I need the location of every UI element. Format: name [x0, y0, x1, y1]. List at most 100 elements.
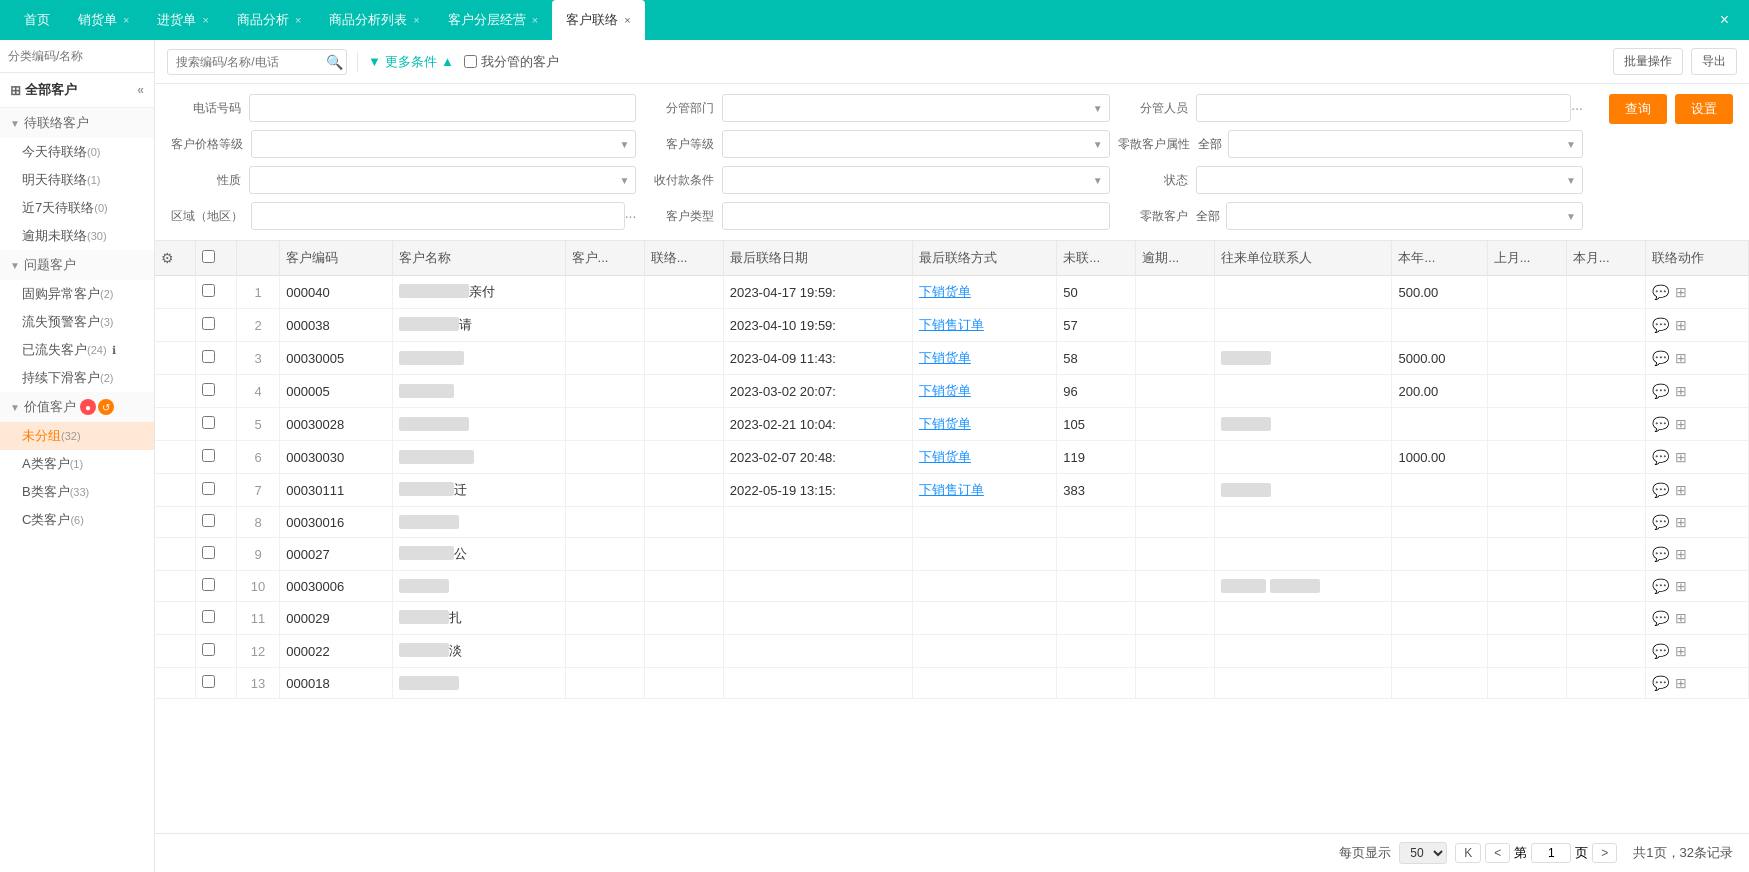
row-checkbox[interactable]	[202, 350, 215, 363]
batch-operation-button[interactable]: 批量操作	[1613, 48, 1683, 75]
next-page-button[interactable]: >	[1592, 843, 1617, 863]
sidebar-item-lost[interactable]: 已流失客户(24) ℹ	[0, 336, 154, 364]
message-action-icon[interactable]: 💬	[1652, 350, 1669, 366]
row-checkbox[interactable]	[202, 610, 215, 623]
close-product-analysis-list-icon[interactable]: ×	[413, 14, 419, 26]
sidebar-value-section[interactable]: ▼ 价值客户 ● ↺	[0, 392, 154, 422]
sidebar-item-week[interactable]: 近7天待联络(0)	[0, 194, 154, 222]
grid-action-icon[interactable]: ⊞	[1675, 449, 1687, 465]
tab-customer-contact[interactable]: 客户联络 ×	[552, 0, 644, 40]
grid-action-icon[interactable]: ⊞	[1675, 610, 1687, 626]
contact-method-link[interactable]: 下销货单	[919, 449, 971, 464]
customer-level-select[interactable]: ▼	[722, 130, 1109, 158]
grid-action-icon[interactable]: ⊞	[1675, 514, 1687, 530]
tab-customer-stratification[interactable]: 客户分层经营 ×	[434, 0, 552, 40]
message-action-icon[interactable]: 💬	[1652, 317, 1669, 333]
sidebar-collapse-button[interactable]: «	[137, 83, 144, 97]
row-checkbox[interactable]	[202, 482, 215, 495]
sidebar-item-churn-risk[interactable]: 流失预警客户(3)	[0, 308, 154, 336]
contact-method-link[interactable]: 下销货单	[919, 350, 971, 365]
nature-select[interactable]: ▼	[249, 166, 636, 194]
region-select[interactable]	[251, 202, 625, 230]
grid-action-icon[interactable]: ⊞	[1675, 383, 1687, 399]
sidebar-item-overdue[interactable]: 逾期未联络(30)	[0, 222, 154, 250]
message-action-icon[interactable]: 💬	[1652, 514, 1669, 530]
message-action-icon[interactable]: 💬	[1652, 643, 1669, 659]
sidebar-item-today[interactable]: 今天待联络(0)	[0, 138, 154, 166]
retail-customer-select[interactable]: ▼	[1226, 202, 1583, 230]
grid-action-icon[interactable]: ⊞	[1675, 675, 1687, 691]
sidebar-problem-section[interactable]: ▼ 问题客户	[0, 250, 154, 280]
grid-action-icon[interactable]: ⊞	[1675, 643, 1687, 659]
message-action-icon[interactable]: 💬	[1652, 449, 1669, 465]
refresh-icon[interactable]: ↺	[98, 399, 114, 415]
message-action-icon[interactable]: 💬	[1652, 284, 1669, 300]
message-action-icon[interactable]: 💬	[1652, 383, 1669, 399]
contact-method-link[interactable]: 下销货单	[919, 416, 971, 431]
sidebar-item-continuous-decline[interactable]: 持续下滑客户(2)	[0, 364, 154, 392]
sidebar-pending-section[interactable]: ▼ 待联络客户	[0, 108, 154, 138]
close-product-analysis-icon[interactable]: ×	[295, 14, 301, 26]
grid-action-icon[interactable]: ⊞	[1675, 317, 1687, 333]
th-settings[interactable]: ⚙	[155, 241, 195, 276]
row-checkbox[interactable]	[202, 675, 215, 688]
grid-action-icon[interactable]: ⊞	[1675, 546, 1687, 562]
row-checkbox[interactable]	[202, 514, 215, 527]
message-action-icon[interactable]: 💬	[1652, 482, 1669, 498]
retail-attr-select[interactable]: ▼	[1228, 130, 1583, 158]
sidebar-item-purchase-abnormal[interactable]: 固购异常客户(2)	[0, 280, 154, 308]
message-action-icon[interactable]: 💬	[1652, 546, 1669, 562]
sidebar-item-b-class[interactable]: B类客户(33)	[0, 478, 154, 506]
tab-product-analysis-list[interactable]: 商品分析列表 ×	[315, 0, 433, 40]
tab-product-analysis[interactable]: 商品分析 ×	[223, 0, 315, 40]
price-level-select[interactable]: ▼	[251, 130, 636, 158]
filter-search-icon[interactable]: 🔍	[326, 54, 343, 70]
export-button[interactable]: 导出	[1691, 48, 1737, 75]
close-purchase-order-icon[interactable]: ×	[202, 14, 208, 26]
row-checkbox[interactable]	[202, 383, 215, 396]
row-checkbox[interactable]	[202, 578, 215, 591]
query-button[interactable]: 查询	[1609, 94, 1667, 124]
row-checkbox[interactable]	[202, 284, 215, 297]
grid-action-icon[interactable]: ⊞	[1675, 284, 1687, 300]
customer-type-select[interactable]	[722, 202, 1109, 230]
grid-action-icon[interactable]: ⊞	[1675, 416, 1687, 432]
close-sales-order-icon[interactable]: ×	[123, 14, 129, 26]
contact-method-link[interactable]: 下销售订单	[919, 482, 984, 497]
grid-action-icon[interactable]: ⊞	[1675, 578, 1687, 594]
sidebar-item-c-class[interactable]: C类客户(6)	[0, 506, 154, 534]
tab-purchase-order[interactable]: 进货单 ×	[143, 0, 222, 40]
message-action-icon[interactable]: 💬	[1652, 578, 1669, 594]
page-size-select[interactable]: 50	[1399, 842, 1447, 864]
grid-action-icon[interactable]: ⊞	[1675, 350, 1687, 366]
manager-select[interactable]	[1196, 94, 1572, 122]
settings-gear-icon[interactable]: ⚙	[161, 250, 174, 266]
dept-select[interactable]: ▼	[722, 94, 1109, 122]
page-number-input[interactable]	[1531, 843, 1571, 863]
row-checkbox[interactable]	[202, 546, 215, 559]
row-checkbox[interactable]	[202, 317, 215, 330]
row-checkbox[interactable]	[202, 643, 215, 656]
grid-action-icon[interactable]: ⊞	[1675, 482, 1687, 498]
search-input[interactable]	[176, 55, 326, 69]
sidebar-search-input[interactable]	[8, 49, 155, 63]
sidebar-item-tomorrow[interactable]: 明天待联络(1)	[0, 166, 154, 194]
first-page-button[interactable]: K	[1455, 843, 1481, 863]
message-action-icon[interactable]: 💬	[1652, 416, 1669, 432]
message-action-icon[interactable]: 💬	[1652, 610, 1669, 626]
region-more-icon[interactable]: ···	[625, 208, 637, 224]
reset-button[interactable]: 设置	[1675, 94, 1733, 124]
close-customer-stratification-icon[interactable]: ×	[532, 14, 538, 26]
contact-method-link[interactable]: 下销货单	[919, 284, 971, 299]
status-select[interactable]: ▼	[1196, 166, 1583, 194]
message-action-icon[interactable]: 💬	[1652, 675, 1669, 691]
select-all-checkbox[interactable]	[202, 250, 215, 263]
phone-input[interactable]	[249, 94, 636, 122]
payment-select[interactable]: ▼	[722, 166, 1109, 194]
sidebar-item-a-class[interactable]: A类客户(1)	[0, 450, 154, 478]
prev-page-button[interactable]: <	[1485, 843, 1510, 863]
contact-method-link[interactable]: 下销货单	[919, 383, 971, 398]
manager-more-icon[interactable]: ···	[1571, 100, 1583, 116]
tab-home[interactable]: 首页	[10, 11, 64, 29]
contact-method-link[interactable]: 下销售订单	[919, 317, 984, 332]
